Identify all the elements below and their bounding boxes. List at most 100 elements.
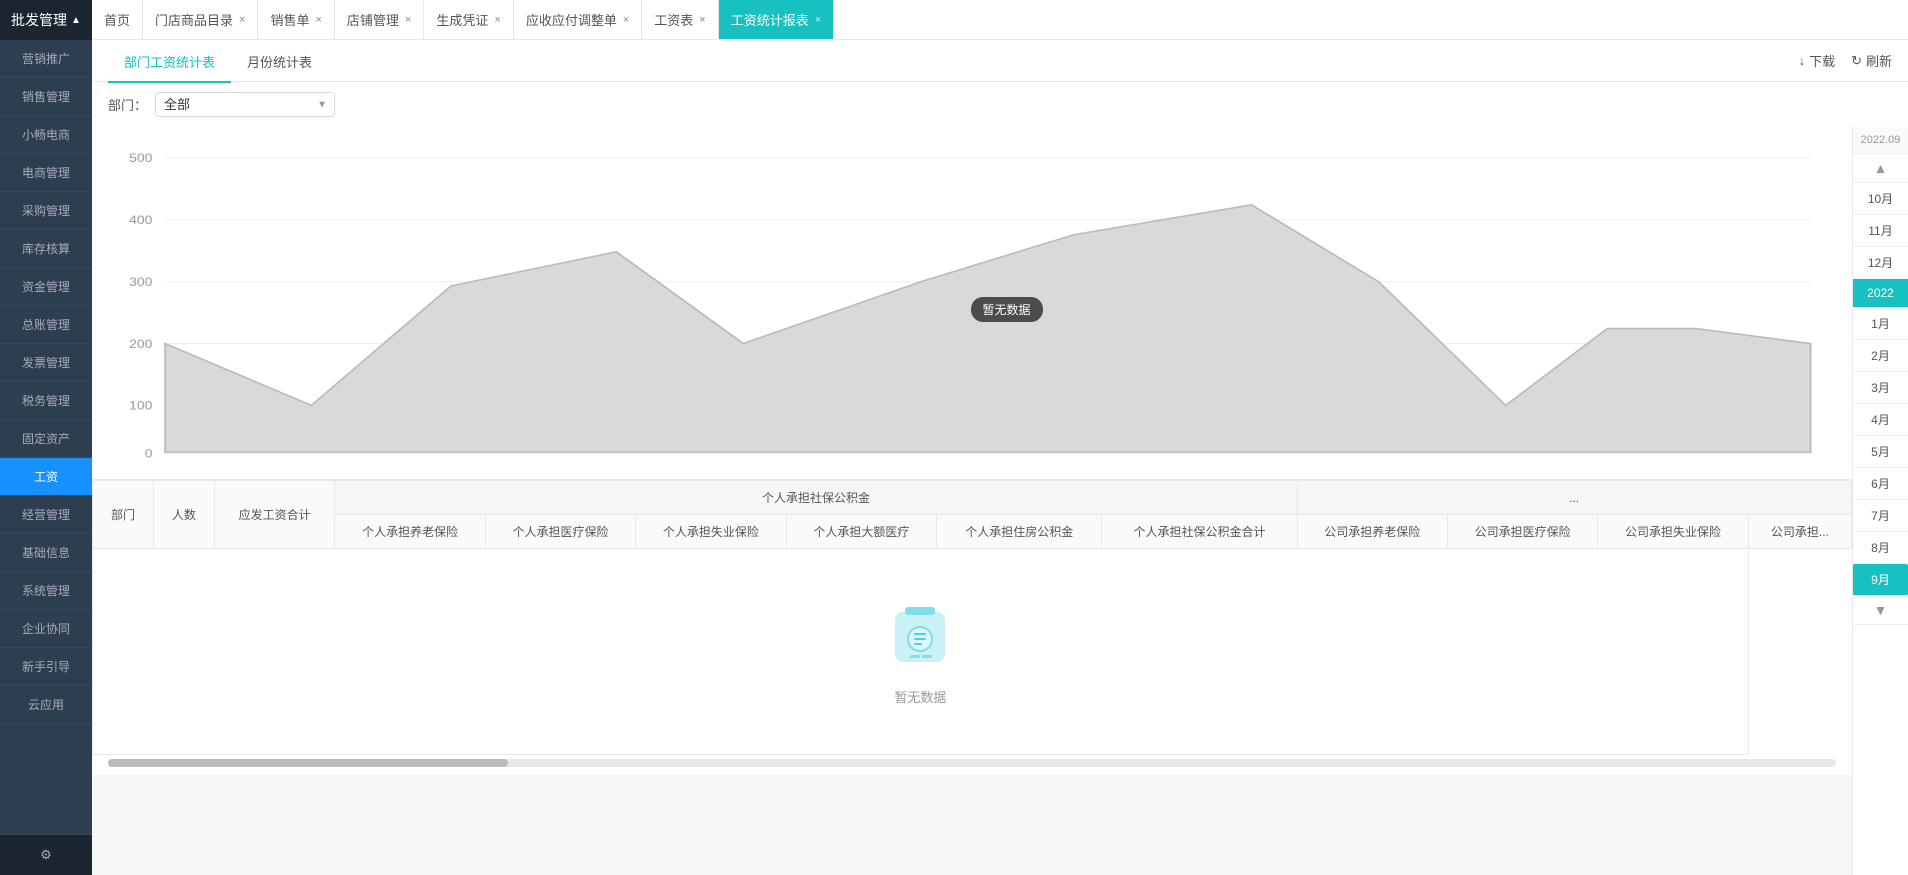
- col-dept: 部门: [93, 481, 154, 549]
- calendar-month-2[interactable]: 2月: [1853, 340, 1908, 372]
- close-icon[interactable]: ×: [405, 14, 411, 26]
- page-inner: 部门工资统计表 月份统计表 ↓ 下载 ↻ 刷新: [92, 40, 1908, 875]
- department-select-wrapper: 全部 销售部 采购部 财务部 行政部 ▼: [155, 92, 335, 117]
- tab-ar-ap[interactable]: 应收应付调整单 ×: [514, 0, 642, 40]
- svg-text:100: 100: [129, 399, 152, 413]
- sidebar-item-0[interactable]: 营销推广: [0, 40, 92, 78]
- sidebar-item-17[interactable]: 云应用: [0, 686, 92, 724]
- tab-ar-ap-label: 应收应付调整单: [526, 10, 617, 29]
- col-group-company: ...: [1297, 481, 1851, 515]
- col-company-pension: 公司承担养老保险: [1297, 515, 1447, 549]
- calendar-panel: 2022.09 ▲ 10月 11月 12月 2022 1月: [1852, 127, 1908, 875]
- tab-home-label: 首页: [104, 10, 130, 29]
- filter-row: 部门： 全部 销售部 采购部 财务部 行政部 ▼: [92, 82, 1908, 127]
- col-company-more: 公司承担...: [1748, 515, 1851, 549]
- sidebar-item-12[interactable]: 经营管理: [0, 496, 92, 534]
- sidebar-item-11[interactable]: 工资: [0, 458, 92, 496]
- tab-payroll-report[interactable]: 工资统计报表 ×: [719, 0, 834, 40]
- page-scrollable: 500 400 300 200 100 0: [92, 127, 1852, 875]
- tab-home[interactable]: 首页: [92, 0, 143, 40]
- calendar-month-9[interactable]: 9月: [1853, 564, 1908, 596]
- chart-container: 500 400 300 200 100 0: [108, 143, 1836, 463]
- refresh-label: 刷新: [1866, 51, 1892, 70]
- calendar-nav-down[interactable]: ▼: [1853, 596, 1908, 625]
- sidebar-item-10[interactable]: 固定资产: [0, 420, 92, 458]
- sidebar-item-7[interactable]: 总账管理: [0, 306, 92, 344]
- col-count: 人数: [153, 481, 214, 549]
- department-select[interactable]: 全部 销售部 采购部 财务部 行政部: [155, 92, 335, 117]
- tab-store-catalog[interactable]: 门店商品目录 ×: [143, 0, 258, 40]
- main-area: 首页 门店商品目录 × 销售单 × 店铺管理 × 生成凭证 × 应收应付调整单 …: [92, 0, 1908, 875]
- refresh-icon: ↻: [1851, 53, 1862, 69]
- sub-tab-month[interactable]: 月份统计表: [231, 42, 328, 83]
- settings-button[interactable]: ⚙: [0, 834, 92, 875]
- sidebar-item-6[interactable]: 资金管理: [0, 268, 92, 306]
- svg-text:400: 400: [129, 213, 152, 227]
- close-icon[interactable]: ×: [699, 14, 705, 26]
- tab-store-mgmt[interactable]: 店铺管理 ×: [335, 0, 424, 40]
- sidebar: 批发管理 ▲ 营销推广 销售管理 小畅电商 电商管理 采购管理 库存核算 资金管…: [0, 0, 92, 875]
- calendar-month-4[interactable]: 4月: [1853, 404, 1908, 436]
- calendar-month-3[interactable]: 3月: [1853, 372, 1908, 404]
- col-personal-major-medical: 个人承担大额医疗: [786, 515, 936, 549]
- calendar-month-5[interactable]: 5月: [1853, 436, 1908, 468]
- calendar-year-2022[interactable]: 2022: [1853, 279, 1908, 308]
- sidebar-header[interactable]: 批发管理 ▲: [0, 0, 92, 40]
- tab-sales[interactable]: 销售单 ×: [258, 0, 334, 40]
- chart-svg: 500 400 300 200 100 0: [108, 143, 1836, 463]
- tab-payroll-report-label: 工资统计报表: [731, 10, 809, 29]
- sidebar-item-8[interactable]: 发票管理: [0, 344, 92, 382]
- tab-store-mgmt-label: 店铺管理: [347, 10, 399, 29]
- calendar-month-7[interactable]: 7月: [1853, 500, 1908, 532]
- sidebar-item-1[interactable]: 销售管理: [0, 78, 92, 116]
- calendar-nav-up[interactable]: ▲: [1853, 154, 1908, 183]
- tab-voucher[interactable]: 生成凭证 ×: [424, 0, 513, 40]
- sidebar-item-16[interactable]: 新手引导: [0, 648, 92, 686]
- calendar-month-6[interactable]: 6月: [1853, 468, 1908, 500]
- filter-label: 部门：: [108, 95, 147, 114]
- close-icon[interactable]: ×: [815, 14, 821, 26]
- calendar-month-11[interactable]: 11月: [1853, 215, 1908, 247]
- sidebar-arrow: ▲: [71, 15, 81, 26]
- calendar-month-10[interactable]: 10月: [1853, 183, 1908, 215]
- sidebar-item-3[interactable]: 电商管理: [0, 154, 92, 192]
- col-personal-unemployment: 个人承担失业保险: [636, 515, 786, 549]
- calendar-month-1[interactable]: 1月: [1853, 308, 1908, 340]
- col-personal-housing: 个人承担住房公积金: [937, 515, 1102, 549]
- calendar-month-8[interactable]: 8月: [1853, 532, 1908, 564]
- refresh-button[interactable]: ↻ 刷新: [1851, 51, 1892, 70]
- sidebar-item-5[interactable]: 库存核算: [0, 230, 92, 268]
- chart-wrapper: 500 400 300 200 100 0: [92, 127, 1852, 479]
- close-icon[interactable]: ×: [494, 14, 500, 26]
- empty-row: 暂无数据: [93, 549, 1852, 755]
- close-icon[interactable]: ×: [623, 14, 629, 26]
- close-icon[interactable]: ×: [315, 14, 321, 26]
- content-area: 500 400 300 200 100 0: [92, 127, 1908, 875]
- col-personal-medical: 个人承担医疗保险: [485, 515, 635, 549]
- calendar-year-label: 2022.09: [1853, 127, 1908, 154]
- calendar-month-12[interactable]: 12月: [1853, 247, 1908, 279]
- tab-payroll[interactable]: 工资表 ×: [642, 0, 718, 40]
- sidebar-item-13[interactable]: 基础信息: [0, 534, 92, 572]
- table-scrollbar[interactable]: [108, 759, 1836, 767]
- sidebar-item-9[interactable]: 税务管理: [0, 382, 92, 420]
- download-label: 下载: [1809, 51, 1835, 70]
- col-company-medical: 公司承担医疗保险: [1447, 515, 1597, 549]
- sidebar-item-2[interactable]: 小畅电商: [0, 116, 92, 154]
- sidebar-item-14[interactable]: 系统管理: [0, 572, 92, 610]
- content-header: 部门工资统计表 月份统计表 ↓ 下载 ↻ 刷新: [92, 40, 1908, 127]
- svg-text:0: 0: [145, 447, 153, 461]
- sidebar-item-4[interactable]: 采购管理: [0, 192, 92, 230]
- table-scrollbar-container: [92, 755, 1852, 775]
- sidebar-item-15[interactable]: 企业协同: [0, 610, 92, 648]
- download-button[interactable]: ↓ 下载: [1799, 51, 1836, 70]
- table-scrollbar-thumb[interactable]: [108, 759, 508, 767]
- tab-bar: 首页 门店商品目录 × 销售单 × 店铺管理 × 生成凭证 × 应收应付调整单 …: [92, 0, 1908, 40]
- sub-tab-dept[interactable]: 部门工资统计表: [108, 42, 231, 83]
- table-wrapper: 部门 人数 应发工资合计 个人承担社保公积金 ... 个人承担养老保险 个人承担…: [92, 479, 1852, 775]
- svg-text:200: 200: [129, 337, 152, 351]
- empty-text: 暂无数据: [894, 687, 946, 706]
- close-icon[interactable]: ×: [239, 14, 245, 26]
- empty-icon: [880, 597, 960, 677]
- col-personal-pension: 个人承担养老保险: [335, 515, 485, 549]
